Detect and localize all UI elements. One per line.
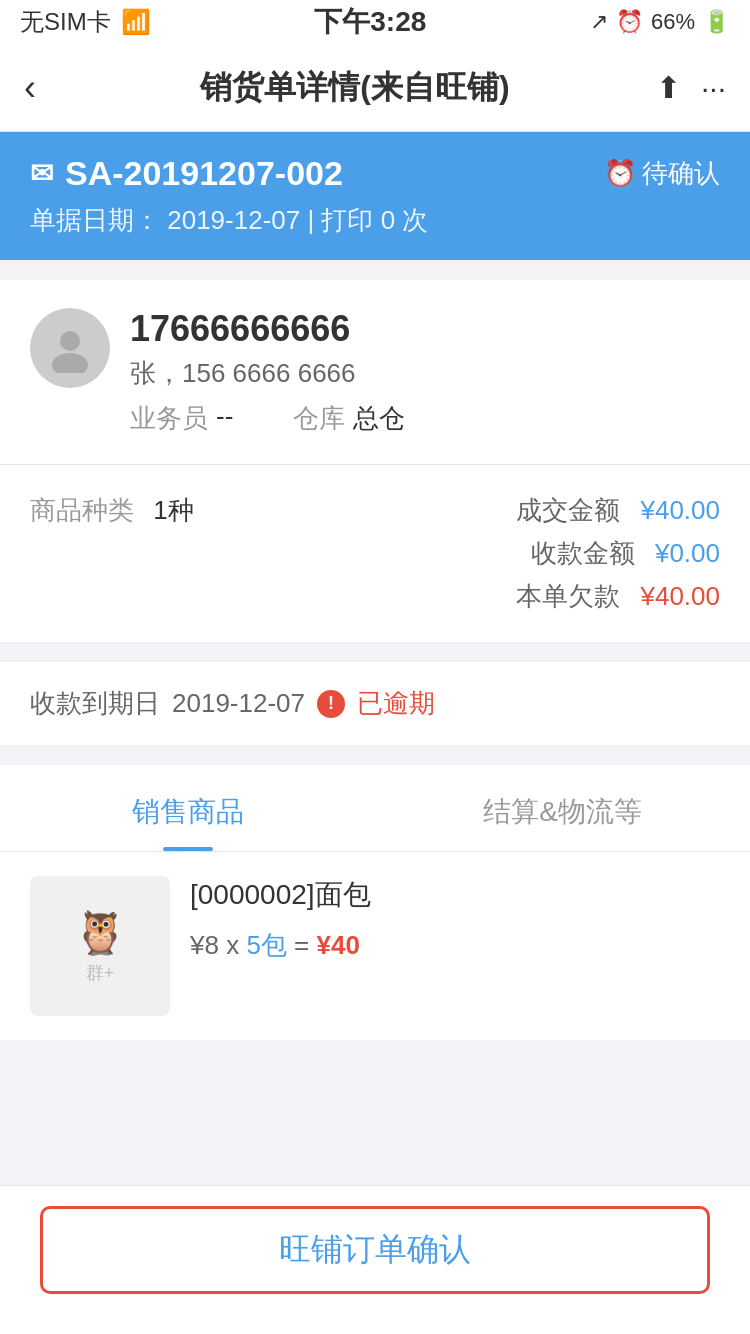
salesman-label: 业务员 <box>130 401 208 436</box>
product-type-label: 商品种类 <box>30 495 134 525</box>
product-type-value: 1种 <box>153 495 193 525</box>
status-bar: 无SIM卡 📶 下午3:28 ↗ ⏰ 66% 🔋 <box>0 0 750 44</box>
tab-settlement-label: 结算&物流等 <box>483 796 642 827</box>
print-count: 打印 0 次 <box>321 205 428 235</box>
warehouse-value: 总仓 <box>353 401 405 436</box>
alarm-icon: ⏰ <box>616 9 643 35</box>
order-id-row: ✉ SA-20191207-002 <box>30 154 343 193</box>
balance-label: 本单欠款 <box>516 579 620 614</box>
order-header: ✉ SA-20191207-002 ⏰ 待确认 单据日期： 2019-12-07… <box>0 132 750 260</box>
receipt-value: ¥0.00 <box>655 538 720 569</box>
overdue-date-label: 收款到期日 <box>30 686 160 721</box>
customer-section: 17666666666 张，156 6666 6666 业务员 -- 仓库 总仓 <box>0 280 750 464</box>
battery-label: 66% <box>651 9 695 35</box>
email-icon: ✉ <box>30 157 53 190</box>
separator: | <box>307 205 321 235</box>
confirm-label: 旺铺订单确认 <box>279 1228 471 1272</box>
overdue-date: 2019-12-07 <box>172 688 305 719</box>
svg-point-0 <box>60 331 80 351</box>
receipt-row: 收款金额 ¥0.00 <box>531 536 720 571</box>
overdue-section: 收款到期日 2019-12-07 ! 已逾期 <box>0 662 750 745</box>
salesman-info: 业务员 -- <box>130 401 233 436</box>
back-button[interactable]: ‹ <box>24 67 84 109</box>
svg-point-1 <box>52 353 88 373</box>
product-thumbnail: 🦉 群+ <box>30 876 170 1016</box>
price-base: ¥8 x <box>190 930 246 960</box>
product-name: [0000002]面包 <box>190 876 720 914</box>
equals-sign: = <box>287 930 317 960</box>
tab-sales[interactable]: 销售商品 <box>0 765 375 851</box>
order-id-text: SA-20191207-002 <box>65 154 343 193</box>
product-info: [0000002]面包 ¥8 x 5包 = ¥40 <box>190 876 720 963</box>
product-thumb-owl: 🦉 <box>74 908 126 957</box>
warehouse-info: 仓库 总仓 <box>293 401 405 436</box>
product-thumb-text: 群+ <box>86 961 115 985</box>
wifi-icon: 📶 <box>121 8 151 36</box>
order-status-badge: ⏰ 待确认 <box>604 156 720 191</box>
customer-info: 17666666666 张，156 6666 6666 业务员 -- 仓库 总仓 <box>130 308 720 436</box>
financial-stats: 成交金额 ¥40.00 收款金额 ¥0.00 本单欠款 ¥40.00 <box>516 493 720 614</box>
tabs-header: 销售商品 结算&物流等 <box>0 765 750 852</box>
nav-right-actions: ⬆ ··· <box>626 70 726 105</box>
status-left: 无SIM卡 📶 <box>20 6 151 38</box>
balance-row: 本单欠款 ¥40.00 <box>516 579 720 614</box>
date-label: 单据日期： <box>30 205 160 235</box>
share-button[interactable]: ⬆ <box>656 70 681 105</box>
product-type-info: 商品种类 1种 <box>30 493 194 528</box>
quantity-highlight: 5包 <box>246 930 286 960</box>
overdue-icon: ! <box>317 690 345 718</box>
salesman-value: -- <box>216 401 233 436</box>
bottom-bar: 旺铺订单确认 <box>0 1185 750 1334</box>
tab-settlement[interactable]: 结算&物流等 <box>375 765 750 851</box>
amount-label: 成交金额 <box>516 493 620 528</box>
customer-avatar <box>30 308 110 388</box>
warehouse-label: 仓库 <box>293 401 345 436</box>
customer-meta: 业务员 -- 仓库 总仓 <box>130 401 720 436</box>
receipt-label: 收款金额 <box>531 536 635 571</box>
overdue-text: 已逾期 <box>357 686 435 721</box>
product-item: 🦉 群+ [0000002]面包 ¥8 x 5包 = ¥40 <box>0 852 750 1040</box>
nav-bar: ‹ 销货单详情(来自旺铺) ⬆ ··· <box>0 44 750 132</box>
location-icon: ↗ <box>590 9 608 35</box>
balance-value: ¥40.00 <box>640 581 720 612</box>
tabs-section: 销售商品 结算&物流等 🦉 群+ [0000002]面包 ¥8 x 5包 = ¥… <box>0 765 750 1040</box>
confirm-button[interactable]: 旺铺订单确认 <box>40 1206 710 1294</box>
order-date: 2019-12-07 <box>167 205 300 235</box>
status-time: 下午3:28 <box>314 3 426 41</box>
tab-sales-label: 销售商品 <box>132 796 244 827</box>
order-meta: 单据日期： 2019-12-07 | 打印 0 次 <box>30 203 720 238</box>
product-price: ¥8 x 5包 = ¥40 <box>190 928 720 963</box>
status-text: 待确认 <box>642 156 720 191</box>
customer-phone: 17666666666 <box>130 308 720 350</box>
status-right: ↗ ⏰ 66% 🔋 <box>590 9 730 35</box>
stats-section: 商品种类 1种 成交金额 ¥40.00 收款金额 ¥0.00 本单欠款 ¥40.… <box>0 465 750 642</box>
clock-icon: ⏰ <box>604 158 636 189</box>
customer-name: 张，156 6666 6666 <box>130 356 720 391</box>
amount-value: ¥40.00 <box>640 495 720 526</box>
more-button[interactable]: ··· <box>701 71 726 105</box>
no-sim-label: 无SIM卡 <box>20 6 111 38</box>
amount-row: 成交金额 ¥40.00 <box>516 493 720 528</box>
page-title: 销货单详情(来自旺铺) <box>84 66 626 110</box>
total-price: ¥40 <box>316 930 359 960</box>
battery-icon: 🔋 <box>703 9 730 35</box>
